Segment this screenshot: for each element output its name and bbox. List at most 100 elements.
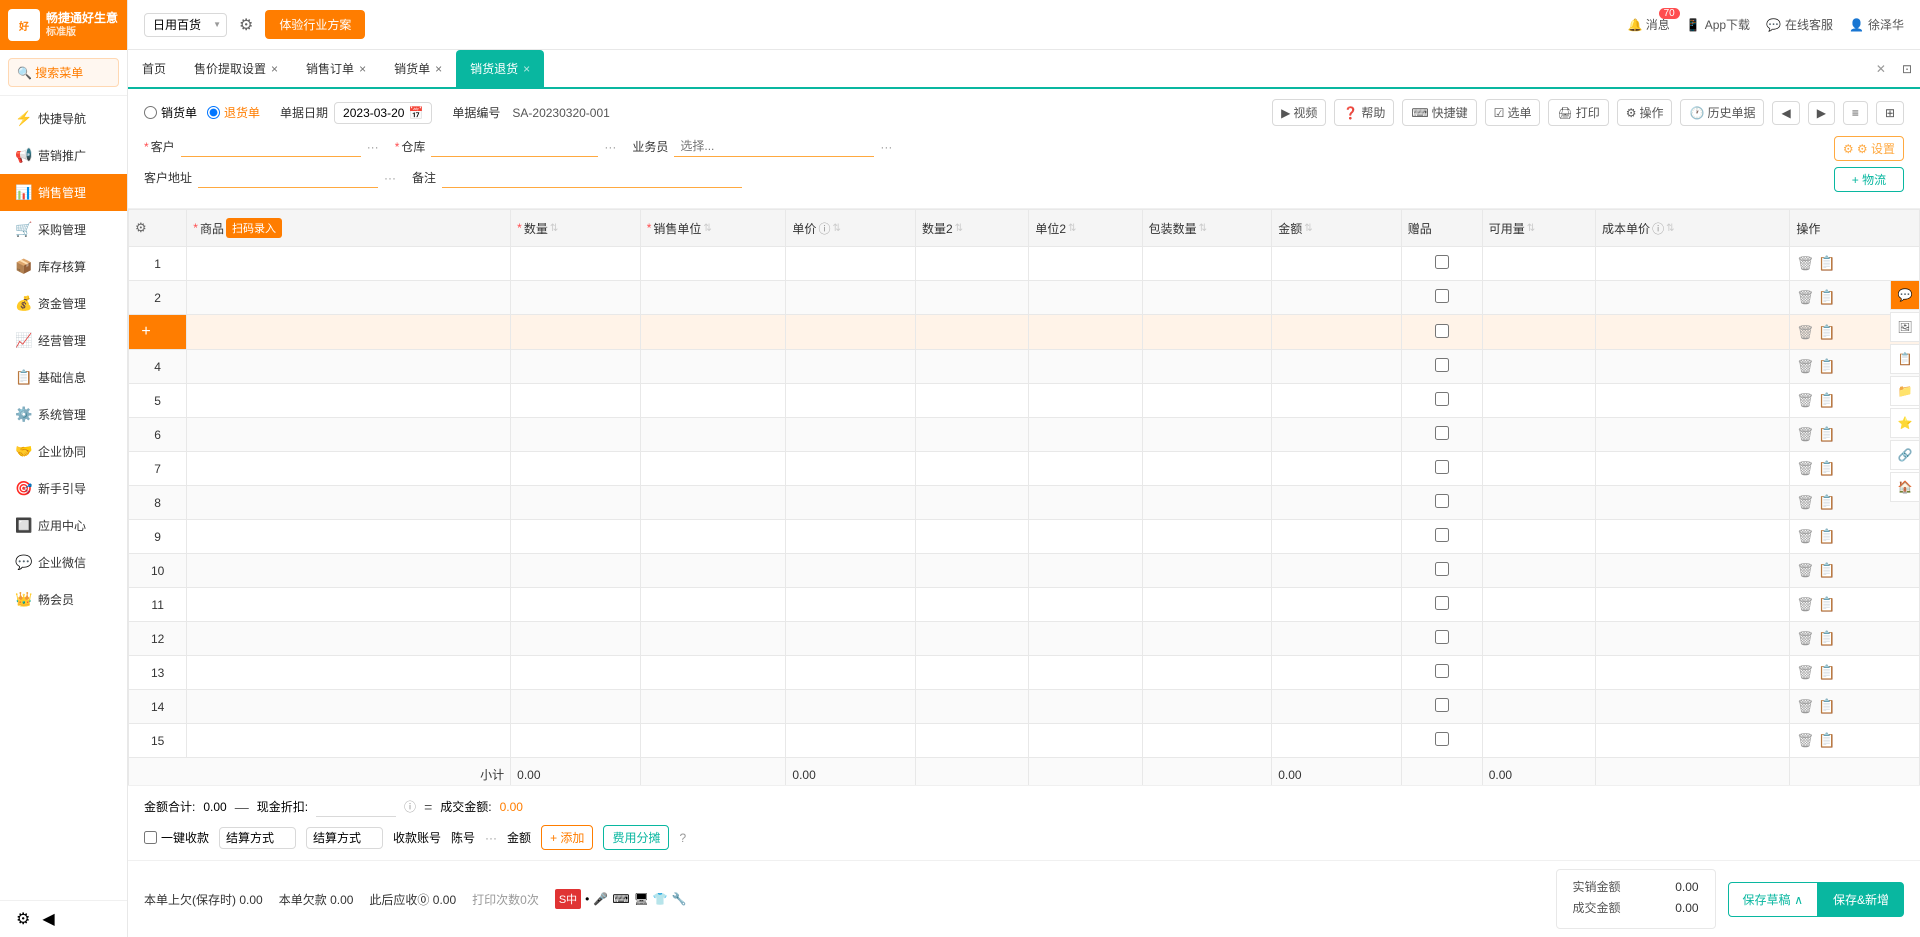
delete-icon[interactable]: 🗑 <box>1796 460 1814 477</box>
unit2-cell-new[interactable] <box>1029 315 1142 350</box>
delete-icon[interactable]: 🗑 <box>1796 528 1814 545</box>
dot-icon[interactable]: • <box>585 892 589 906</box>
user-item[interactable]: 👤 徐泽华 <box>1849 16 1904 33</box>
add-expense-button[interactable]: + 添加 <box>541 825 593 850</box>
operations-button[interactable]: ⚙ 操作 <box>1617 99 1673 126</box>
product-cell-new[interactable] <box>187 315 511 350</box>
sidebar-item-member[interactable]: 👑 畅会员 <box>0 581 127 618</box>
shortcuts-button[interactable]: ⌨ 快捷键 <box>1402 99 1476 126</box>
discount-input[interactable] <box>316 796 396 817</box>
save-new-button[interactable]: 保存&新增 <box>1818 882 1904 917</box>
product-input-1[interactable] <box>193 257 504 271</box>
delete-icon[interactable]: 🗑 <box>1796 698 1814 715</box>
s-icon[interactable]: S中 <box>555 889 581 909</box>
delete-row-2-icon[interactable]: 🗑 <box>1796 289 1814 306</box>
qty2-cell-new[interactable] <box>915 315 1028 350</box>
delete-icon[interactable]: 🗑 <box>1796 732 1814 749</box>
tab-price-settings[interactable]: 售价提取设置 × <box>180 50 292 87</box>
copy-icon[interactable]: 📋 <box>1818 494 1835 511</box>
gear-icon[interactable]: ⚙ <box>135 220 147 235</box>
tab-close-price-settings[interactable]: × <box>271 62 278 76</box>
qty2-cell-1[interactable] <box>915 247 1028 281</box>
delete-icon[interactable]: 🗑 <box>1796 664 1814 681</box>
sidebar-item-basics[interactable]: 📋 基础信息 <box>0 359 127 396</box>
close-all-tabs[interactable]: ✕ <box>1868 62 1894 76</box>
costprice-cell-1[interactable] <box>1596 247 1790 281</box>
copy-icon[interactable]: 📋 <box>1818 732 1835 749</box>
packqty-cell-1[interactable] <box>1142 247 1272 281</box>
sidebar-item-finance[interactable]: 💰 资金管理 <box>0 285 127 322</box>
sidebar-item-operations[interactable]: 📈 经营管理 <box>0 322 127 359</box>
tab-close-sales-return[interactable]: × <box>523 62 530 76</box>
expense-info-icon[interactable]: ? <box>679 831 686 845</box>
tab-sales-delivery[interactable]: 销货单 × <box>380 50 456 87</box>
customer-input[interactable] <box>181 136 361 157</box>
add-row-button[interactable]: + <box>135 321 157 343</box>
copy-icon[interactable]: 📋 <box>1818 392 1835 409</box>
sidebar-item-sales[interactable]: 📊 销售管理 <box>0 174 127 211</box>
history-button[interactable]: 🕐 历史单据 <box>1680 99 1764 126</box>
copy-icon[interactable]: 📋 <box>1818 426 1835 443</box>
tool-icon[interactable]: 🔧 <box>672 892 687 906</box>
unit-cell-1[interactable] <box>640 247 786 281</box>
available-cell-new[interactable] <box>1482 315 1595 350</box>
grid-view-button[interactable]: ⊞ <box>1876 101 1904 125</box>
delete-icon[interactable]: 🗑 <box>1796 494 1814 511</box>
settings-gear-button[interactable]: ⚙ <box>239 15 253 35</box>
delete-icon[interactable]: 🗑 <box>1796 562 1814 579</box>
delete-row-new-icon[interactable]: 🗑 <box>1796 324 1814 341</box>
price-cell-2[interactable] <box>786 281 916 315</box>
search-menu-button[interactable]: 🔍 搜索菜单 <box>8 58 119 87</box>
notification-item[interactable]: 🔔 70 消息 <box>1627 16 1669 33</box>
copy-icon[interactable]: 📋 <box>1818 698 1835 715</box>
account-dots[interactable]: ··· <box>485 831 497 845</box>
sidebar-item-enterprise[interactable]: 🤝 企业协同 <box>0 433 127 470</box>
expense-split-button[interactable]: 费用分摊 <box>603 825 669 850</box>
prev-record-button[interactable]: ◀ <box>1772 101 1799 125</box>
sidebar-item-wechat[interactable]: 💬 企业微信 <box>0 544 127 581</box>
next-record-button[interactable]: ▶ <box>1808 101 1835 125</box>
gift-cell-new[interactable] <box>1401 315 1482 350</box>
sidebar-item-guide[interactable]: 🎯 新手引导 <box>0 470 127 507</box>
price-cell-new[interactable] <box>786 315 916 350</box>
product-cell-1[interactable] <box>187 247 511 281</box>
address-input[interactable] <box>198 167 378 188</box>
scan-enter-button[interactable]: 扫码录入 <box>226 218 282 238</box>
sidebar-item-marketing[interactable]: 📢 营销推广 <box>0 137 127 174</box>
remark-input[interactable] <box>442 167 742 188</box>
delete-icon[interactable]: 🗑 <box>1796 358 1814 375</box>
amount-cell-new[interactable] <box>1272 315 1402 350</box>
unit2-cell-2[interactable] <box>1029 281 1142 315</box>
tab-close-sales-delivery[interactable]: × <box>435 62 442 76</box>
side-comment-icon[interactable]: 💬 <box>1890 280 1920 310</box>
copy-icon[interactable]: 📋 <box>1818 596 1835 613</box>
address-picker-icon[interactable]: ··· <box>384 171 396 185</box>
copy-icon[interactable]: 📋 <box>1818 528 1835 545</box>
side-image-icon[interactable]: 🖼 <box>1890 312 1920 342</box>
sidebar-collapse-icon[interactable]: ◀ <box>42 909 54 929</box>
staff-picker-icon[interactable]: ··· <box>880 140 892 154</box>
tab-sales-order[interactable]: 销售订单 × <box>292 50 380 87</box>
side-folder-icon[interactable]: 📁 <box>1890 376 1920 406</box>
costprice-cell-2[interactable] <box>1596 281 1790 315</box>
settings-button[interactable]: ⚙ ⚙ 设置 <box>1834 136 1904 161</box>
staff-input[interactable] <box>674 136 874 157</box>
tab-home[interactable]: 首页 <box>128 50 180 87</box>
copy-row-2-icon[interactable]: 📋 <box>1818 289 1835 306</box>
industry-select-wrap[interactable]: 日用百货 <box>144 13 227 37</box>
tab-sales-return[interactable]: 销货退货 × <box>456 50 544 87</box>
warehouse-input[interactable]: 总仓 <box>431 136 598 157</box>
payment-method-select[interactable]: 结算方式 <box>219 827 296 849</box>
warehouse-picker-icon[interactable]: ··· <box>604 140 616 154</box>
app-download-item[interactable]: 📱 App下载 <box>1686 16 1750 33</box>
delete-icon[interactable]: 🗑 <box>1796 596 1814 613</box>
logistics-button[interactable]: + 物流 <box>1834 167 1904 192</box>
gift-cell-1[interactable] <box>1401 247 1482 281</box>
product-cell-2[interactable] <box>187 281 511 315</box>
side-link-icon[interactable]: 🔗 <box>1890 440 1920 470</box>
video-button[interactable]: ▶ 视频 <box>1272 99 1326 126</box>
sidebar-item-shortcuts[interactable]: ⚡ 快捷导航 <box>0 100 127 137</box>
available-cell-1[interactable] <box>1482 247 1595 281</box>
copy-icon[interactable]: 📋 <box>1818 460 1835 477</box>
shirt-icon[interactable]: 👕 <box>653 892 668 906</box>
